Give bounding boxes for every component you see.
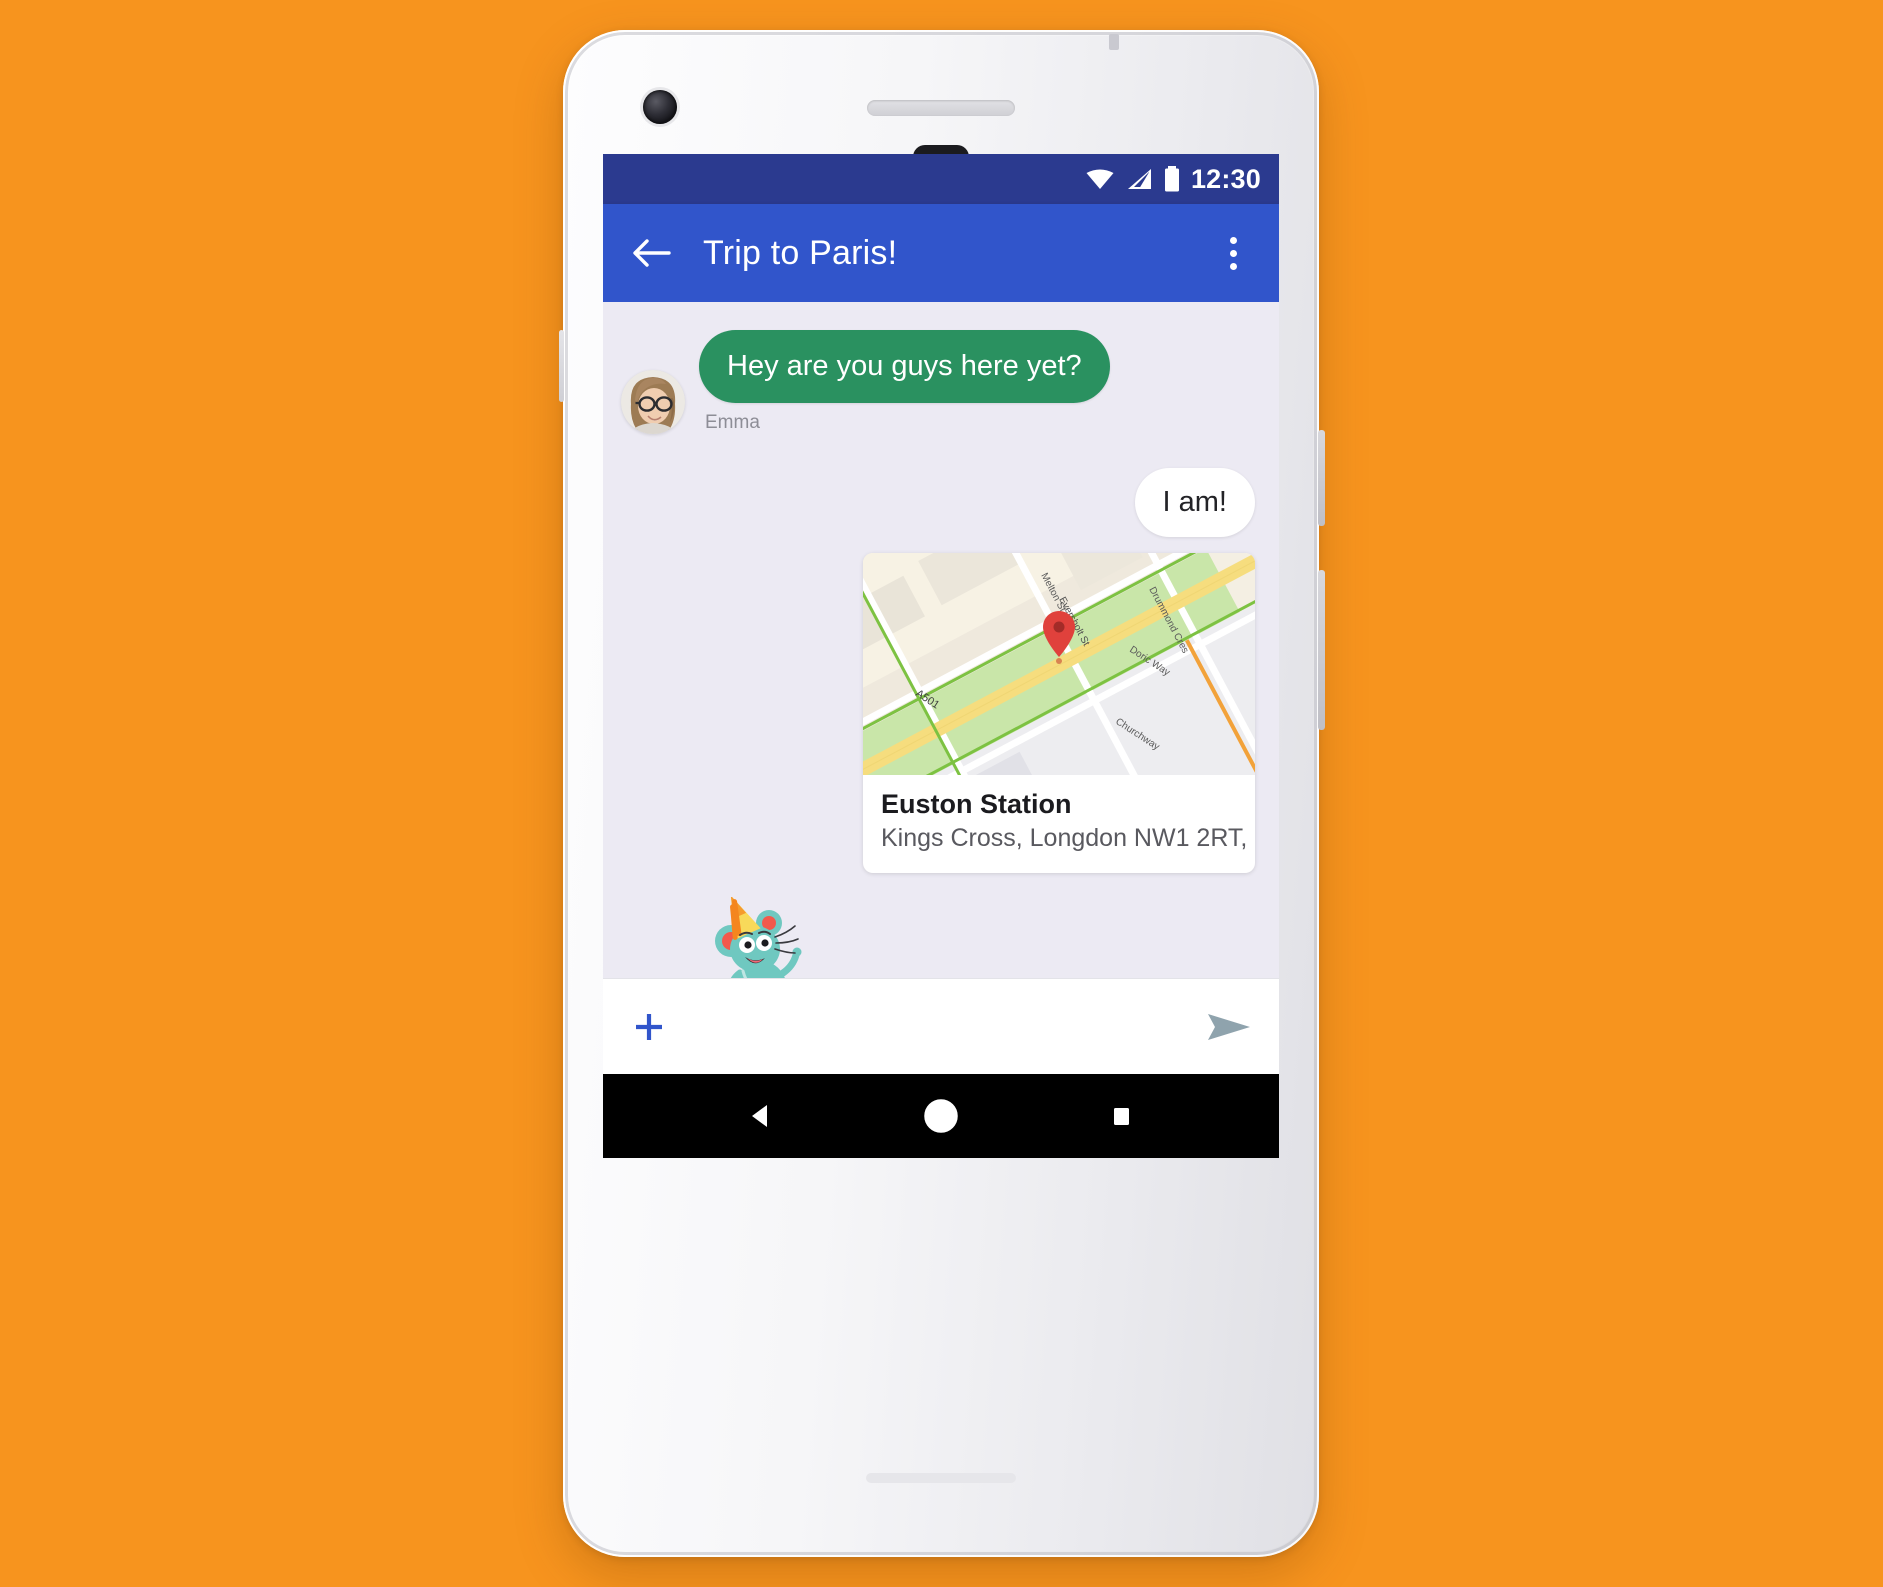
message-outgoing-text: I am!	[621, 468, 1261, 537]
overflow-menu-button[interactable]	[1209, 227, 1257, 279]
earpiece-speaker-icon	[867, 100, 1015, 116]
circle-home-icon	[924, 1099, 958, 1133]
emma-avatar[interactable]	[621, 370, 685, 434]
status-bar: 12:30	[603, 154, 1279, 204]
back-button[interactable]	[625, 227, 677, 279]
message-outgoing-location: Melton St Drummond Cres Doric Way Church…	[621, 553, 1261, 873]
message-sender-label: Emma	[705, 412, 760, 433]
battery-icon	[1164, 166, 1179, 192]
location-card-info: Euston Station Kings Cross, Longdon NW1 …	[863, 775, 1255, 873]
square-recents-icon	[1113, 1108, 1129, 1125]
more-vertical-icon-dot	[1229, 262, 1237, 270]
message-bubble-incoming[interactable]: Hey are you guys here yet?	[699, 330, 1110, 403]
volume-button[interactable]	[1318, 570, 1325, 730]
status-bar-clock: 12:30	[1190, 163, 1261, 194]
app-bar: Trip to Paris!	[603, 204, 1279, 302]
message-incoming-text: Hey are you guys here yet? Emma	[621, 330, 1261, 434]
map-preview[interactable]: Melton St Drummond Cres Doric Way Church…	[863, 553, 1255, 775]
location-address: Kings Cross, Longdon NW1 2RT, UK	[881, 824, 1255, 852]
attach-button[interactable]	[629, 1007, 669, 1047]
page-title: Trip to Paris!	[703, 233, 898, 272]
location-name: Euston Station	[881, 789, 1072, 819]
phone-screen: 12:30 Trip to Paris! Hey are you guys he…	[603, 154, 1279, 1158]
message-incoming-sticker: Tomas • Now	[621, 895, 1261, 978]
message-bubble-outgoing[interactable]: I am!	[1134, 468, 1255, 537]
arrow-back-icon	[633, 239, 671, 267]
sticker-group: Tomas • Now	[699, 895, 821, 978]
map-graphic: Melton St Drummond Cres Doric Way Church…	[863, 553, 1255, 775]
bottom-speaker-grill	[866, 1473, 1016, 1483]
home-nav-button[interactable]	[921, 1096, 961, 1136]
phone-device: 12:30 Trip to Paris! Hey are you guys he…	[559, 30, 1325, 1557]
recents-nav-button[interactable]	[1104, 1099, 1138, 1133]
party-mouse-sticker[interactable]	[699, 895, 821, 978]
sim-tray	[559, 330, 564, 402]
android-nav-bar	[603, 1074, 1279, 1158]
power-button[interactable]	[1318, 430, 1325, 526]
back-nav-button[interactable]	[744, 1099, 778, 1133]
cellular-signal-icon	[1127, 169, 1151, 189]
conversation-thread[interactable]: Hey are you guys here yet? Emma I am! Me…	[603, 302, 1279, 978]
wifi-icon	[1086, 169, 1114, 189]
more-vertical-icon-dot	[1229, 236, 1237, 244]
location-card[interactable]: Melton St Drummond Cres Doric Way Church…	[863, 553, 1255, 873]
sticker-graphic	[715, 895, 802, 978]
more-vertical-icon-dot	[1229, 249, 1237, 257]
front-camera-icon	[643, 90, 677, 124]
antenna-band	[1109, 34, 1119, 50]
send-icon	[1208, 1013, 1250, 1040]
send-button[interactable]	[1205, 1007, 1253, 1047]
avatar-photo	[621, 370, 685, 434]
message-composer	[603, 978, 1279, 1074]
plus-icon	[636, 1013, 662, 1040]
message-bubble-group: Hey are you guys here yet? Emma	[699, 330, 1110, 434]
triangle-back-icon	[752, 1105, 768, 1127]
